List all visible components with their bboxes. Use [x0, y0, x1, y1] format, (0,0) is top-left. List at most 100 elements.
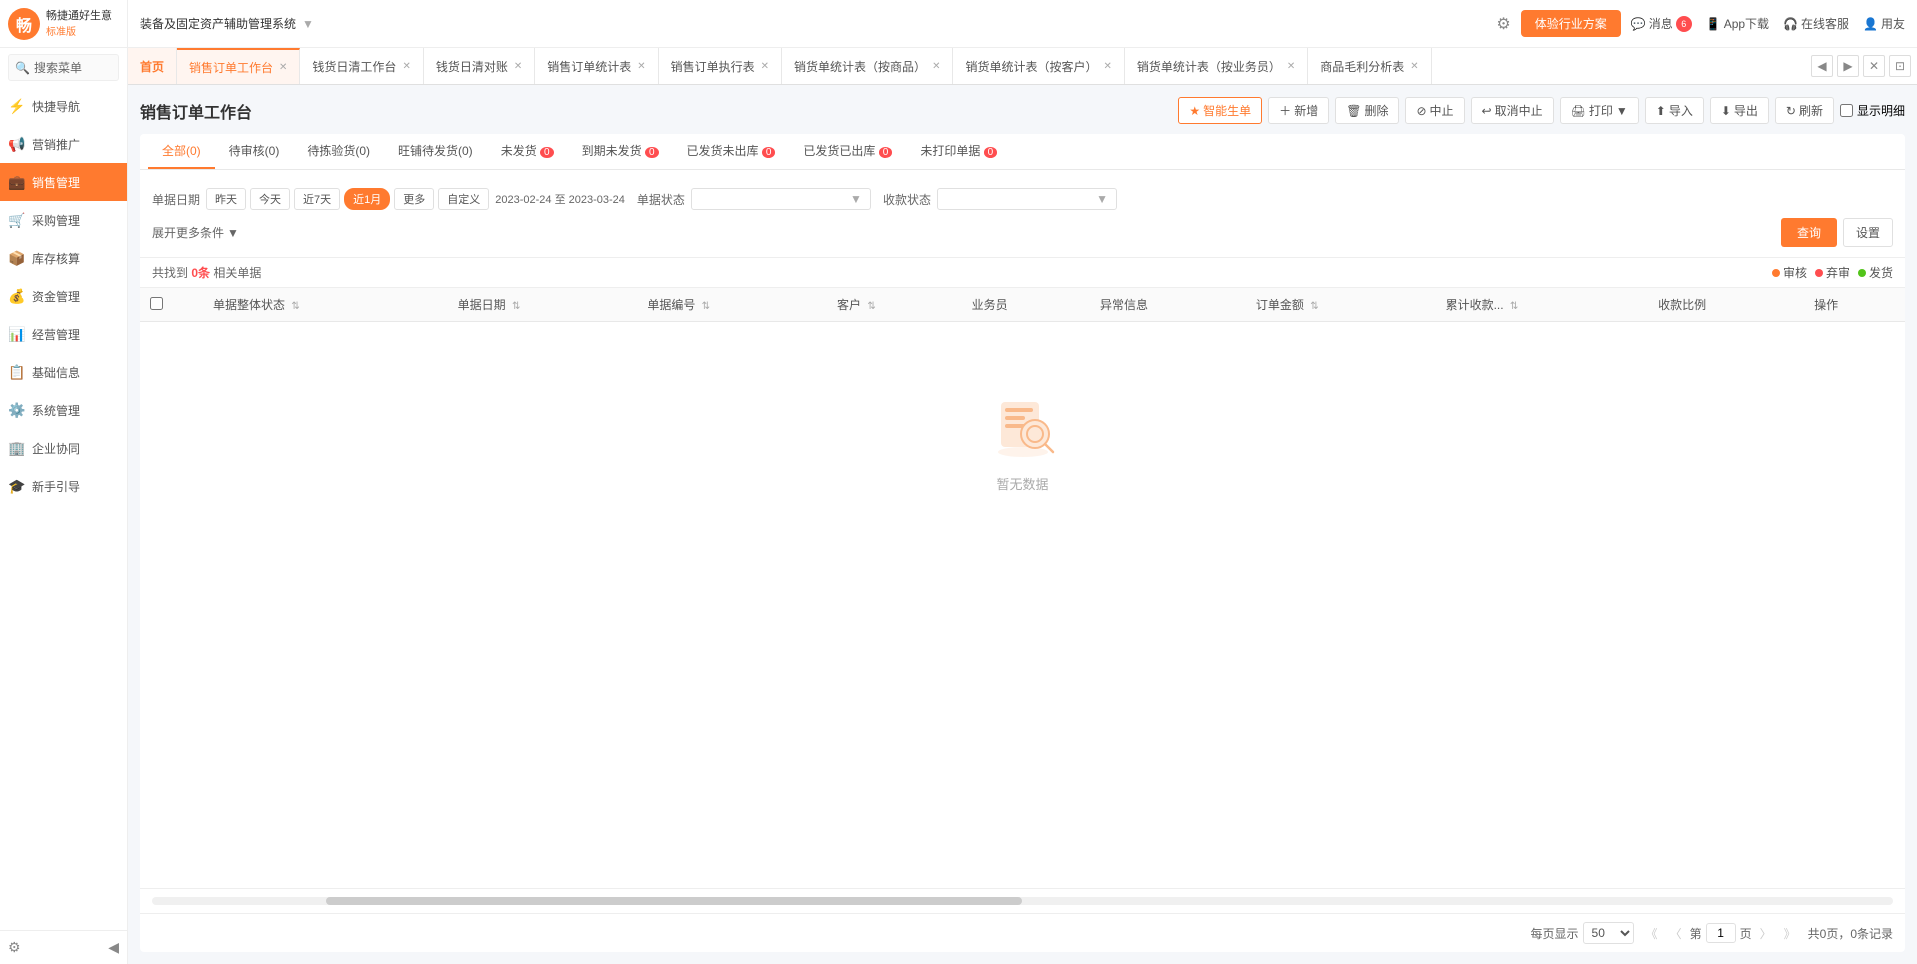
tab-sales-stat-close[interactable]: ✕	[637, 61, 645, 72]
sidebar-item-inventory[interactable]: 📦 库存核算	[0, 239, 127, 277]
tab-prev-button[interactable]: ◀	[1811, 55, 1833, 77]
date-yesterday-btn[interactable]: 昨天	[206, 188, 246, 210]
date-more-btn[interactable]: 更多	[394, 188, 434, 210]
date-7days-btn[interactable]: 近7天	[294, 188, 340, 210]
tab-gross-margin-close[interactable]: ✕	[1410, 61, 1418, 72]
online-service-button[interactable]: 🎧 在线客服	[1783, 15, 1849, 32]
tab-sales-stat-customer-close[interactable]: ✕	[1103, 61, 1111, 72]
experience-button[interactable]: 体验行业方案	[1521, 10, 1621, 37]
add-button[interactable]: ＋ 新增	[1268, 97, 1329, 124]
page-last-button[interactable]: 》	[1780, 923, 1800, 944]
show-detail-checkbox-label[interactable]: 显示明细	[1840, 102, 1905, 119]
scroll-thumb[interactable]	[326, 897, 1022, 905]
print-button[interactable]: 🖨 打印 ▼	[1560, 97, 1639, 124]
table-summary: 共找到 0条 相关单据 审核 弃审 发货	[140, 258, 1905, 288]
search-menu-button[interactable]: 🔍 搜索菜单	[8, 54, 119, 81]
page-prev-button[interactable]: 〈	[1666, 923, 1686, 944]
user-button[interactable]: 👤 用友	[1863, 15, 1905, 32]
shipped-not-out-badge: 0	[762, 147, 776, 158]
set-button[interactable]: 设置	[1843, 218, 1893, 247]
table-header-number[interactable]: 单据编号 ⇅	[637, 288, 827, 322]
delete-icon: 🗑	[1346, 104, 1361, 118]
date-today-btn[interactable]: 今天	[250, 188, 290, 210]
stop-button[interactable]: ⊘ 中止	[1405, 97, 1464, 124]
tab-next-button[interactable]: ▶	[1837, 55, 1859, 77]
sidebar-item-operation[interactable]: 📊 经营管理	[0, 315, 127, 353]
filter-area: 单据日期 昨天 今天 近7天 近1月 更多 自定义 2023-02-24 至 2…	[140, 178, 1905, 258]
filter-tab-pending-inspect[interactable]: 待拣验货(0)	[293, 134, 384, 169]
query-button[interactable]: 查询	[1781, 218, 1837, 247]
tab-sales-stat-customer[interactable]: 销货单统计表（按客户） ✕	[953, 48, 1124, 84]
settings-icon[interactable]: ⚙	[1496, 14, 1510, 34]
table-header-abnormal[interactable]: 异常信息	[1090, 288, 1246, 322]
sidebar-item-enterprise[interactable]: 🏢 企业协同	[0, 429, 127, 467]
sidebar-collapse-button[interactable]: ◀	[108, 939, 119, 956]
cancel-review-action-btn[interactable]: 弃审	[1815, 264, 1850, 281]
sidebar-item-system[interactable]: ⚙️ 系统管理	[0, 391, 127, 429]
tab-sales-stat-staff[interactable]: 销货单统计表（按业务员） ✕	[1125, 48, 1308, 84]
page-input[interactable]	[1706, 923, 1736, 943]
tab-sales-stat-product-close[interactable]: ✕	[932, 61, 940, 72]
sidebar-item-basic[interactable]: 📋 基础信息	[0, 353, 127, 391]
table-header-staff[interactable]: 业务员	[962, 288, 1090, 322]
tab-sales-stat[interactable]: 销售订单统计表 ✕	[535, 48, 658, 84]
status-select[interactable]: ▼	[691, 188, 871, 210]
filter-tab-wangpu[interactable]: 旺铺待发货(0)	[384, 134, 487, 169]
table-header-collected[interactable]: 累计收款... ⇅	[1436, 288, 1649, 322]
table-header-date[interactable]: 单据日期 ⇅	[448, 288, 638, 322]
filter-tab-pending[interactable]: 待审核(0)	[215, 134, 294, 169]
horizontal-scrollbar[interactable]	[140, 888, 1905, 913]
sidebar-item-marketing[interactable]: 📢 营销推广	[0, 125, 127, 163]
import-button[interactable]: ⬆ 导入	[1645, 97, 1704, 124]
select-all-checkbox[interactable]	[150, 297, 163, 310]
tab-sales-exec-close[interactable]: ✕	[761, 61, 769, 72]
sidebar-item-finance[interactable]: 💰 资金管理	[0, 277, 127, 315]
tab-home[interactable]: 首页	[128, 48, 177, 84]
page-first-button[interactable]: 《	[1642, 923, 1662, 944]
sidebar-item-guide[interactable]: 🎓 新手引导	[0, 467, 127, 505]
page-next-button[interactable]: 〉	[1756, 923, 1776, 944]
tab-cash-reconcile[interactable]: 钱货日清对账 ✕	[424, 48, 535, 84]
smart-create-button[interactable]: ★ 智能生单	[1178, 97, 1262, 124]
filter-tab-shipped-out[interactable]: 已发货已出库 0	[789, 134, 906, 169]
tab-gross-margin[interactable]: 商品毛利分析表 ✕	[1308, 48, 1431, 84]
tab-maximize-button[interactable]: ⊡	[1889, 55, 1911, 77]
date-custom-btn[interactable]: 自定义	[438, 188, 489, 210]
tab-sales-stat-staff-close[interactable]: ✕	[1287, 61, 1295, 72]
filter-tab-not-shipped[interactable]: 未发货 0	[487, 134, 568, 169]
payment-select[interactable]: ▼	[937, 188, 1117, 210]
cancel-stop-button[interactable]: ↩ 取消中止	[1471, 97, 1554, 124]
page-size-select[interactable]: 50 100 200	[1583, 922, 1634, 944]
sidebar-item-purchase[interactable]: 🛒 采购管理	[0, 201, 127, 239]
tab-cash-reconcile-close[interactable]: ✕	[514, 61, 522, 72]
filter-tab-not-printed[interactable]: 未打印单据 0	[906, 134, 1011, 169]
sidebar-item-sales[interactable]: 💼 销售管理	[0, 163, 127, 201]
sidebar-settings-button[interactable]: ⚙	[8, 939, 21, 956]
show-detail-checkbox[interactable]	[1840, 104, 1853, 117]
expand-filter-button[interactable]: 展开更多条件 ▼	[152, 224, 239, 241]
refresh-button[interactable]: ↻ 刷新	[1775, 97, 1834, 124]
filter-tab-shipped-not-out[interactable]: 已发货未出库 0	[673, 134, 790, 169]
tab-sales-stat-product[interactable]: 销货单统计表（按商品） ✕	[782, 48, 953, 84]
table-header-amount[interactable]: 订单金额 ⇅	[1246, 288, 1436, 322]
filter-tab-overdue[interactable]: 到期未发货 0	[568, 134, 673, 169]
tab-cash-daily[interactable]: 钱货日清工作台 ✕	[300, 48, 423, 84]
tab-sales-workbench-close[interactable]: ✕	[279, 62, 287, 73]
message-button[interactable]: 💬 消息 6	[1631, 15, 1692, 32]
filter-tab-all[interactable]: 全部(0)	[148, 134, 215, 169]
export-button[interactable]: ⬇ 导出	[1710, 97, 1769, 124]
tab-cash-daily-close[interactable]: ✕	[402, 61, 410, 72]
date-1month-btn[interactable]: 近1月	[344, 188, 390, 210]
tab-sales-workbench[interactable]: 销售订单工作台 ✕	[177, 48, 300, 84]
tab-gross-margin-label: 商品毛利分析表	[1320, 58, 1404, 75]
sidebar-item-quicknav[interactable]: ⚡ 快捷导航	[0, 87, 127, 125]
tab-close-all-button[interactable]: ✕	[1863, 55, 1885, 77]
app-download-button[interactable]: 📱 App下载	[1706, 15, 1769, 32]
ship-action-btn[interactable]: 发货	[1858, 264, 1893, 281]
review-action-btn[interactable]: 审核	[1772, 264, 1807, 281]
table-header-customer[interactable]: 客户 ⇅	[827, 288, 962, 322]
tab-sales-stat-staff-label: 销货单统计表（按业务员）	[1137, 58, 1281, 75]
delete-button[interactable]: 🗑 删除	[1335, 97, 1399, 124]
tab-sales-exec[interactable]: 销售订单执行表 ✕	[659, 48, 782, 84]
table-header-status[interactable]: 单据整体状态 ⇅	[203, 288, 448, 322]
